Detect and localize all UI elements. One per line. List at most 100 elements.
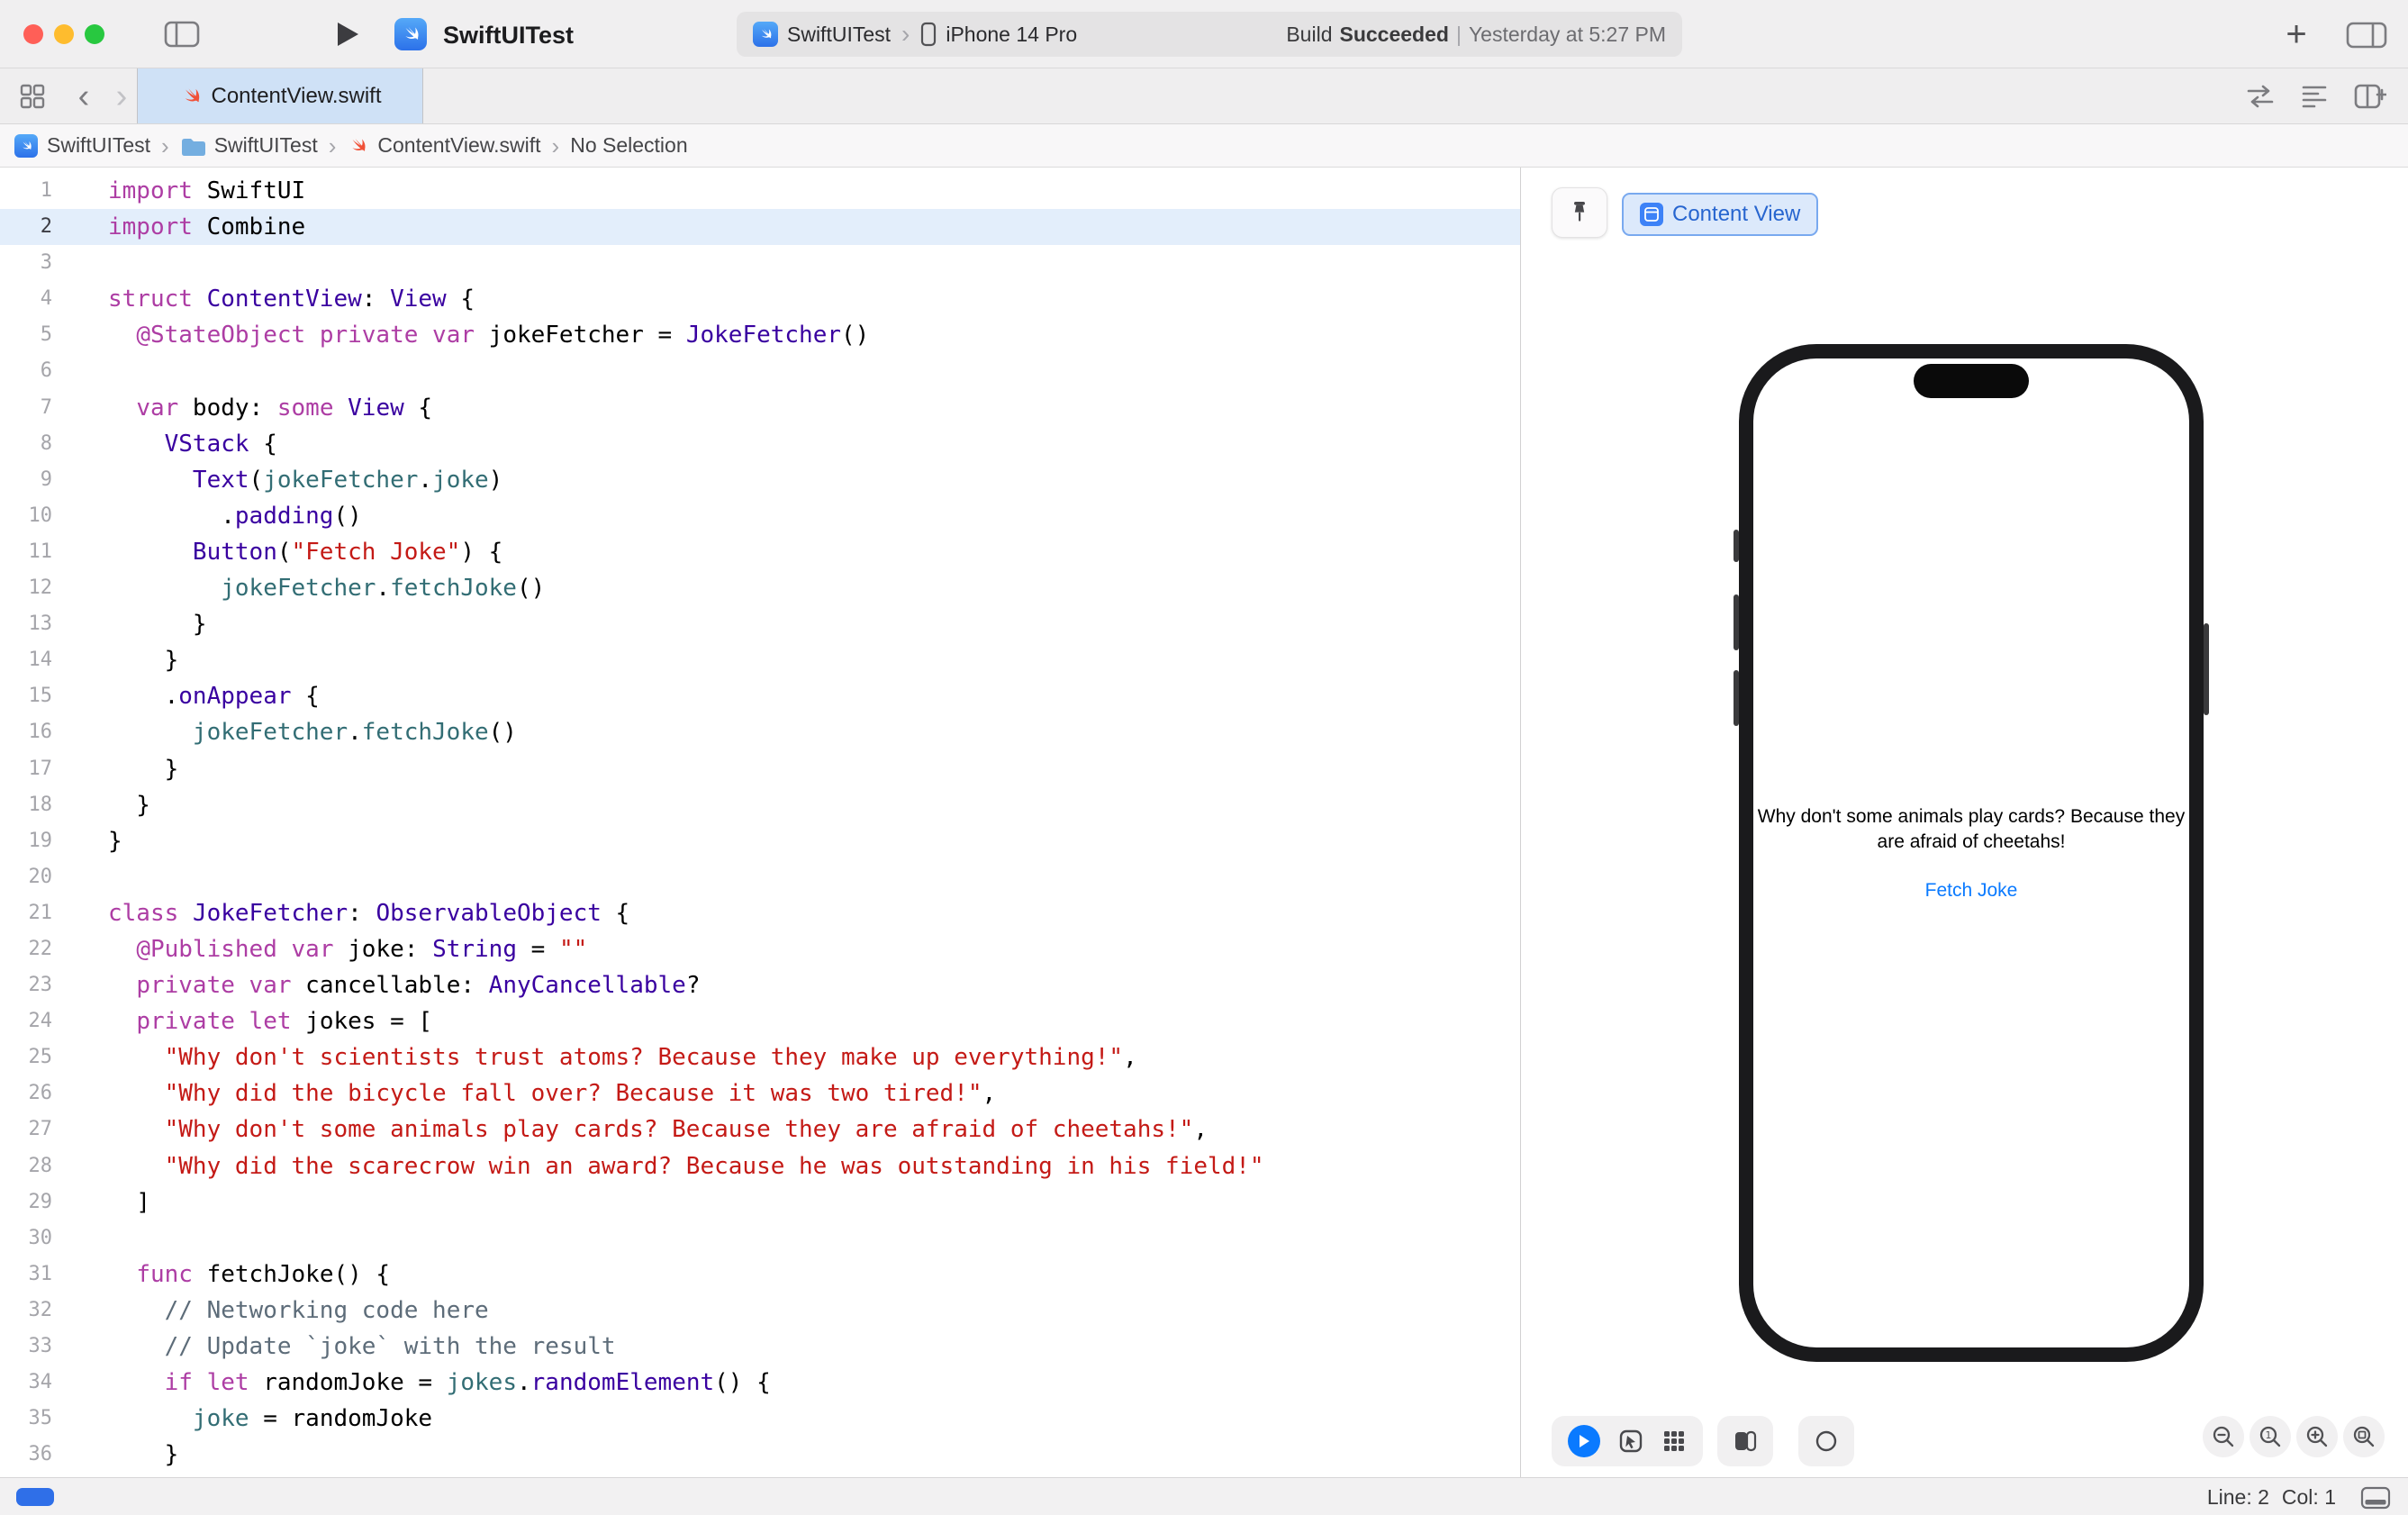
zoom-window-button[interactable] <box>85 24 104 44</box>
breadcrumb-project[interactable]: SwiftUITest <box>47 133 150 158</box>
code-line-32[interactable]: 32 // Networking code here <box>0 1293 1520 1329</box>
zoom-fit-button[interactable] <box>2343 1416 2385 1457</box>
code-text: VStack { <box>164 430 277 458</box>
preview-mode-toolbar <box>1552 1416 1703 1466</box>
fetch-joke-button[interactable]: Fetch Joke <box>1925 880 2018 902</box>
selectable-mode-icon[interactable] <box>1618 1429 1643 1454</box>
minimize-window-button[interactable] <box>54 24 74 44</box>
line-number: 23 <box>28 974 53 997</box>
code-line-11[interactable]: 11 Button("Fetch Joke") { <box>0 534 1520 570</box>
code-text: } <box>108 647 179 675</box>
build-status[interactable]: Build Succeeded | Yesterday at 5:27 PM <box>1286 23 1666 47</box>
code-line-10[interactable]: 10 .padding() <box>0 498 1520 534</box>
code-line-1[interactable]: 1 import SwiftUI <box>0 173 1520 209</box>
code-line-15[interactable]: 15 .onAppear { <box>0 678 1520 714</box>
code-line-22[interactable]: 22 @Published var joke: String = "" <box>0 931 1520 967</box>
zoom-actual-size-button[interactable]: 1 <box>2250 1416 2291 1457</box>
preview-tab-content-view[interactable]: Content View <box>1622 193 1819 236</box>
library-add-button[interactable]: + <box>2278 14 2314 54</box>
code-line-36[interactable]: 36 } <box>0 1437 1520 1473</box>
minimap-icon[interactable] <box>2298 82 2331 111</box>
code-text: .onAppear { <box>108 683 320 711</box>
code-line-26[interactable]: 26 "Why did the bicycle fall over? Becau… <box>0 1075 1520 1111</box>
code-line-19[interactable]: 19} <box>0 823 1520 859</box>
pin-preview-button[interactable] <box>1552 187 1607 238</box>
code-line-12[interactable]: 12 jokeFetcher.fetchJoke() <box>0 570 1520 606</box>
close-window-button[interactable] <box>23 24 43 44</box>
related-items-grid-icon[interactable] <box>18 83 47 110</box>
build-status-separator: | <box>1455 22 1462 46</box>
code-text: struct ContentView: View { <box>108 286 475 313</box>
line-number: 17 <box>28 757 53 780</box>
chevron-right-icon: › <box>328 132 337 159</box>
scheme-destination[interactable]: SwiftUITest › iPhone 14 Pro <box>753 22 1077 47</box>
code-line-25[interactable]: 25 "Why don't scientists trust atoms? Be… <box>0 1039 1520 1075</box>
breadcrumb: SwiftUITest › SwiftUITest › ContentView.… <box>0 124 2408 168</box>
code-line-18[interactable]: 18 } <box>0 787 1520 823</box>
code-line-28[interactable]: 28 "Why did the scarecrow win an award? … <box>0 1148 1520 1184</box>
device-settings-button[interactable] <box>1717 1416 1773 1466</box>
code-line-24[interactable]: 24 private let jokes = [ <box>0 1003 1520 1039</box>
code-line-29[interactable]: 29 ] <box>0 1184 1520 1220</box>
code-line-33[interactable]: 33 // Update `joke` with the result <box>0 1329 1520 1365</box>
code-text: jokeFetcher.fetchJoke() <box>221 575 546 603</box>
line-number: 13 <box>28 612 53 636</box>
scheme-selector[interactable]: SwiftUITest › iPhone 14 Pro Build Succee… <box>737 12 1682 57</box>
run-button[interactable] <box>333 21 362 48</box>
code-editor[interactable]: 1 import SwiftUI 2 import Combine 3 4 struct C… <box>0 168 1520 1477</box>
add-editor-icon[interactable] <box>2354 82 2386 111</box>
line-number: 26 <box>28 1082 53 1105</box>
navigator-sidebar-toggle-icon[interactable] <box>164 20 200 49</box>
editor-layout-icon[interactable] <box>2345 20 2388 50</box>
code-line-5[interactable]: 5 @StateObject private var jokeFetcher =… <box>0 317 1520 353</box>
swift-file-icon <box>347 135 368 157</box>
tab-bar: ‹ › ContentView.swift <box>0 68 2408 124</box>
scheme-name[interactable]: SwiftUITest <box>787 23 891 47</box>
code-line-17[interactable]: 17 } <box>0 751 1520 787</box>
device-icon <box>920 22 937 47</box>
code-line-3[interactable]: 3 <box>0 245 1520 281</box>
variants-grid-icon[interactable] <box>1661 1429 1687 1454</box>
breadcrumb-selection[interactable]: No Selection <box>570 133 687 158</box>
code-line-20[interactable]: 20 <box>0 859 1520 895</box>
build-status-time: Yesterday at 5:27 PM <box>1468 22 1666 46</box>
debug-area-toggle-icon[interactable] <box>2358 1484 2394 1511</box>
go-back-button[interactable]: ‹ <box>68 74 99 119</box>
line-number: 7 <box>40 395 52 419</box>
code-line-31[interactable]: 31 func fetchJoke() { <box>0 1256 1520 1293</box>
zoom-out-button[interactable] <box>2203 1416 2244 1457</box>
code-line-2[interactable]: 2 import Combine <box>0 209 1520 246</box>
code-line-8[interactable]: 8 VStack { <box>0 426 1520 462</box>
code-line-14[interactable]: 14 } <box>0 642 1520 678</box>
code-line-7[interactable]: 7 var body: some View { <box>0 390 1520 426</box>
zoom-in-button[interactable] <box>2296 1416 2338 1457</box>
code-line-13[interactable]: 13 } <box>0 606 1520 642</box>
code-line-35[interactable]: 35 joke = randomJoke <box>0 1401 1520 1437</box>
code-review-icon[interactable] <box>2244 82 2277 111</box>
code-line-34[interactable]: 34 if let randomJoke = jokes.randomEleme… <box>0 1365 1520 1401</box>
code-line-9[interactable]: 9 Text(jokeFetcher.joke) <box>0 462 1520 498</box>
titlebar: SwiftUITest SwiftUITest › iPhone 14 Pro … <box>0 0 2408 68</box>
code-line-16[interactable]: 16 jokeFetcher.fetchJoke() <box>0 714 1520 750</box>
code-line-6[interactable]: 6 <box>0 353 1520 389</box>
device-screen: Why don't some animals play cards? Becau… <box>1753 358 2189 1347</box>
line-number: 3 <box>40 251 52 275</box>
zoom-controls: 1 <box>2203 1416 2385 1457</box>
code-line-27[interactable]: 27 "Why don't some animals play cards? B… <box>0 1111 1520 1148</box>
code-line-21[interactable]: 21 class JokeFetcher: ObservableObject { <box>0 895 1520 931</box>
code-line-4[interactable]: 4 struct ContentView: View { <box>0 281 1520 317</box>
iphone-preview-device: Why don't some animals play cards? Becau… <box>1734 344 2209 1362</box>
line-number: 28 <box>28 1154 53 1177</box>
line-number: 5 <box>40 323 52 347</box>
go-forward-button[interactable]: › <box>106 74 137 119</box>
line-number: 1 <box>40 179 52 202</box>
live-preview-play-icon[interactable] <box>1568 1425 1600 1457</box>
code-line-30[interactable]: 30 <box>0 1220 1520 1256</box>
breadcrumb-group[interactable]: SwiftUITest <box>214 133 318 158</box>
code-line-23[interactable]: 23 private var cancellable: AnyCancellab… <box>0 967 1520 1003</box>
breadcrumb-file[interactable]: ContentView.swift <box>377 133 540 158</box>
tab-contentview-swift[interactable]: ContentView.swift <box>137 68 423 123</box>
run-destination-name[interactable]: iPhone 14 Pro <box>946 23 1077 47</box>
color-scheme-button[interactable] <box>1798 1416 1854 1466</box>
code-text: if let randomJoke = jokes.randomElement(… <box>164 1369 771 1397</box>
